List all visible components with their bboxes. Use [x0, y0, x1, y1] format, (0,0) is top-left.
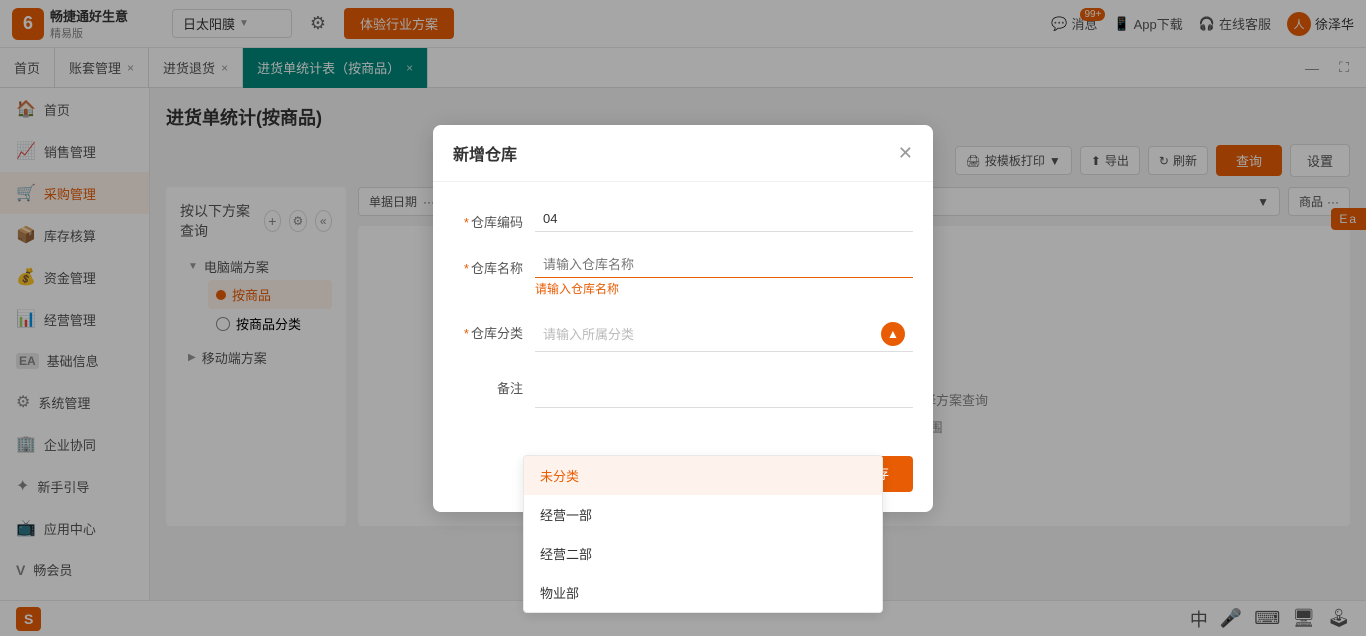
name-label: *仓库名称: [453, 252, 523, 277]
form-row-category: *仓库分类 请输入所属分类 ▲: [453, 317, 913, 352]
name-field-wrap: 请输入仓库名称: [535, 252, 913, 297]
note-input[interactable]: [535, 372, 913, 408]
code-input[interactable]: [535, 206, 913, 232]
modal-header: 新增仓库 ✕: [433, 125, 933, 182]
category-dropdown: 未分类 经营一部 经营二部 物业部: [523, 455, 883, 613]
new-warehouse-modal: 新增仓库 ✕ *仓库编码 *仓库名称 请输入仓库名称: [433, 125, 933, 512]
dropdown-item-3[interactable]: 物业部: [524, 573, 882, 612]
code-label: *仓库编码: [453, 206, 523, 231]
category-selector[interactable]: 请输入所属分类 ▲: [535, 317, 913, 352]
category-placeholder: 请输入所属分类: [543, 324, 634, 343]
category-label: *仓库分类: [453, 317, 523, 342]
category-up-arrow[interactable]: ▲: [881, 322, 905, 346]
form-row-code: *仓库编码: [453, 206, 913, 232]
modal-body: *仓库编码 *仓库名称 请输入仓库名称 *仓库分类: [433, 182, 933, 444]
form-row-name: *仓库名称 请输入仓库名称: [453, 252, 913, 297]
dropdown-item-0[interactable]: 未分类: [524, 456, 882, 495]
name-error-hint: 请输入仓库名称: [535, 280, 913, 297]
note-label: 备注: [453, 372, 523, 397]
form-row-note: 备注: [453, 372, 913, 408]
modal-close-button[interactable]: ✕: [898, 144, 913, 162]
dropdown-item-2[interactable]: 经营二部: [524, 534, 882, 573]
modal-overlay: 新增仓库 ✕ *仓库编码 *仓库名称 请输入仓库名称: [0, 0, 1366, 636]
modal-title: 新增仓库: [453, 141, 517, 165]
name-input[interactable]: [535, 252, 913, 278]
dropdown-item-1[interactable]: 经营一部: [524, 495, 882, 534]
